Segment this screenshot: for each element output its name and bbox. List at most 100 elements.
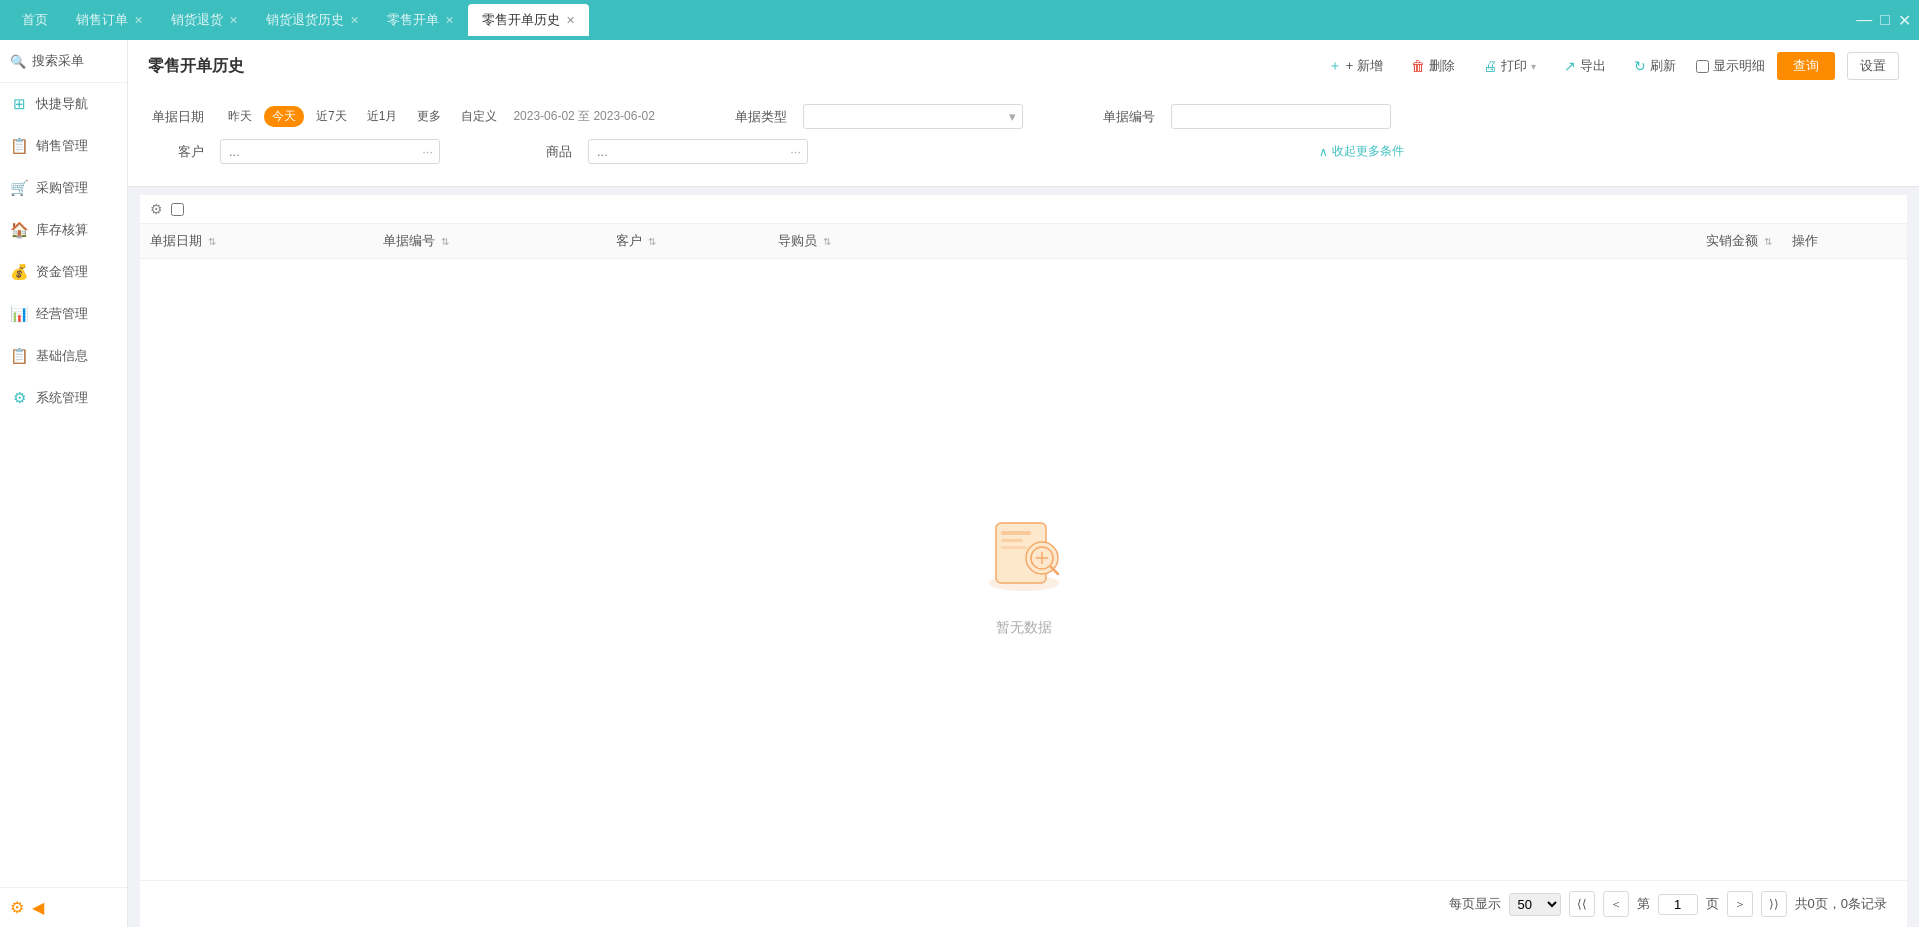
- date-quick-select: 昨天 今天 近7天 近1月 更多 自定义 2023-06-02 至 2023-0…: [220, 106, 655, 127]
- tab-retail-open-history-close[interactable]: ✕: [566, 14, 575, 27]
- delete-icon: 🗑: [1411, 58, 1425, 74]
- tab-retail-open-close[interactable]: ✕: [445, 14, 454, 27]
- sidebar-item-finance[interactable]: 💰 资金管理: [0, 251, 127, 293]
- table-settings-icon[interactable]: ⚙: [150, 201, 163, 217]
- sidebar-item-sys-mgmt[interactable]: ⚙ 系统管理: [0, 377, 127, 419]
- add-icon: ＋: [1328, 57, 1342, 75]
- customer-filter-input[interactable]: [221, 140, 416, 163]
- col-customer-sort[interactable]: ⇅: [648, 236, 656, 247]
- sidebar-item-basic-info[interactable]: 📋 基础信息: [0, 335, 127, 377]
- svg-rect-3: [1001, 539, 1023, 542]
- date-1month[interactable]: 近1月: [359, 106, 406, 127]
- number-filter-input[interactable]: [1171, 104, 1391, 129]
- sidebar-item-basic-info-label: 基础信息: [36, 347, 88, 365]
- current-page-input[interactable]: [1658, 894, 1698, 915]
- filter-row-1: 单据日期 昨天 今天 近7天 近1月 更多 自定义 2023-06-02 至 2…: [148, 104, 1899, 129]
- tab-sales-return-close[interactable]: ✕: [229, 14, 238, 27]
- goods-more-icon[interactable]: ···: [784, 144, 807, 159]
- tab-sales-order-close[interactable]: ✕: [134, 14, 143, 27]
- refresh-button[interactable]: ↻ 刷新: [1626, 53, 1684, 79]
- next-page-btn[interactable]: ＞: [1727, 891, 1753, 917]
- type-filter-label: 单据类型: [731, 108, 787, 126]
- type-select-wrap: ▾: [803, 104, 1023, 129]
- close-icon[interactable]: ✕: [1898, 11, 1911, 30]
- date-7days[interactable]: 近7天: [308, 106, 355, 127]
- sidebar-item-purchase-mgmt[interactable]: 🛒 采购管理: [0, 167, 127, 209]
- minimize-icon[interactable]: —: [1856, 11, 1872, 29]
- select-all-checkbox[interactable]: [171, 203, 184, 216]
- sidebar-item-sales-mgmt-label: 销售管理: [36, 137, 88, 155]
- tab-home[interactable]: 首页: [8, 4, 62, 36]
- settings-gear-icon[interactable]: ⚙: [10, 898, 24, 917]
- sidebar: 🔍 搜索采单 ⊞ 快捷导航 📋 销售管理 🛒 采购管理 🏠 库存核算 💰 资金管…: [0, 40, 128, 927]
- sidebar-item-inventory-label: 库存核算: [36, 221, 88, 239]
- print-button[interactable]: 🖨 打印 ▾: [1475, 53, 1544, 79]
- table-toolbar: ⚙: [140, 195, 1907, 224]
- sidebar-item-sales-mgmt[interactable]: 📋 销售管理: [0, 125, 127, 167]
- first-page-btn[interactable]: ⟨⟨: [1569, 891, 1595, 917]
- per-page-select[interactable]: 50 100 200: [1509, 893, 1561, 916]
- col-customer[interactable]: 客户 ⇅: [606, 224, 768, 259]
- print-dropdown-icon[interactable]: ▾: [1531, 61, 1536, 72]
- customer-more-icon[interactable]: ···: [416, 144, 439, 159]
- sidebar-item-ops-mgmt[interactable]: 📊 经营管理: [0, 293, 127, 335]
- col-date-label: 单据日期: [150, 233, 202, 248]
- tab-sales-return-history-close[interactable]: ✕: [350, 14, 359, 27]
- col-amount[interactable]: 实销金额 ⇅: [966, 224, 1782, 259]
- date-today[interactable]: 今天: [264, 106, 304, 127]
- last-page-btn[interactable]: ⟩⟩: [1761, 891, 1787, 917]
- page-label: 第: [1637, 895, 1650, 913]
- prev-page-btn[interactable]: ＜: [1603, 891, 1629, 917]
- date-custom[interactable]: 自定义: [453, 106, 505, 127]
- col-amount-sort[interactable]: ⇅: [1764, 236, 1772, 247]
- type-select-input[interactable]: [804, 105, 1003, 128]
- tab-sales-order-label: 销售订单: [76, 11, 128, 29]
- col-date-sort[interactable]: ⇅: [208, 236, 216, 247]
- sys-mgmt-icon: ⚙: [10, 389, 28, 407]
- export-button[interactable]: ↗ 导出: [1556, 53, 1614, 79]
- type-dropdown-icon[interactable]: ▾: [1003, 109, 1022, 124]
- col-guide-sort[interactable]: ⇅: [823, 236, 831, 247]
- tab-sales-return-history[interactable]: 销货退货历史 ✕: [252, 4, 373, 36]
- goods-filter-input[interactable]: [589, 140, 784, 163]
- customer-select-wrap: ···: [220, 139, 440, 164]
- col-guide[interactable]: 导购员 ⇅: [768, 224, 966, 259]
- tab-sales-return[interactable]: 销货退货 ✕: [157, 4, 252, 36]
- tab-sales-order[interactable]: 销售订单 ✕: [62, 4, 157, 36]
- sidebar-item-purchase-mgmt-label: 采购管理: [36, 179, 88, 197]
- sidebar-item-finance-label: 资金管理: [36, 263, 88, 281]
- query-button[interactable]: 查询: [1777, 52, 1835, 80]
- page-content: ⚙ 单据日期 ⇅ 单据编号 ⇅: [128, 187, 1919, 927]
- tab-retail-open-history-label: 零售开单历史: [482, 11, 560, 29]
- export-label: 导出: [1580, 57, 1606, 75]
- quick-nav-icon: ⊞: [10, 95, 28, 113]
- collapse-sidebar-icon[interactable]: ◀: [32, 898, 44, 917]
- content-area: 零售开单历史 ＋ + 新增 🗑 删除 🖨 打印 ▾: [128, 40, 1919, 927]
- page-header: 零售开单历史 ＋ + 新增 🗑 删除 🖨 打印 ▾: [128, 40, 1919, 187]
- sidebar-item-ops-mgmt-label: 经营管理: [36, 305, 88, 323]
- settings-button[interactable]: 设置: [1847, 52, 1899, 80]
- refresh-label: 刷新: [1650, 57, 1676, 75]
- col-action: 操作: [1782, 224, 1907, 259]
- delete-label: 删除: [1429, 57, 1455, 75]
- search-icon: 🔍: [10, 54, 26, 69]
- sidebar-item-quick-nav[interactable]: ⊞ 快捷导航: [0, 83, 127, 125]
- sales-mgmt-icon: 📋: [10, 137, 28, 155]
- sidebar-item-inventory[interactable]: 🏠 库存核算: [0, 209, 127, 251]
- collapse-up-icon: ∧: [1319, 145, 1328, 159]
- delete-button[interactable]: 🗑 删除: [1403, 53, 1463, 79]
- maximize-icon[interactable]: □: [1880, 11, 1890, 29]
- col-number-sort[interactable]: ⇅: [441, 236, 449, 247]
- show-detail-checkbox[interactable]: [1696, 60, 1709, 73]
- col-number[interactable]: 单据编号 ⇅: [373, 224, 606, 259]
- date-yesterday[interactable]: 昨天: [220, 106, 260, 127]
- sidebar-search[interactable]: 🔍 搜索采单: [0, 40, 127, 83]
- date-more[interactable]: 更多: [409, 106, 449, 127]
- show-detail-checkbox-group[interactable]: 显示明细: [1696, 57, 1765, 75]
- col-date[interactable]: 单据日期 ⇅: [140, 224, 373, 259]
- tab-retail-open[interactable]: 零售开单 ✕: [373, 4, 468, 36]
- tab-retail-open-history[interactable]: 零售开单历史 ✕: [468, 4, 589, 36]
- print-icon: 🖨: [1483, 58, 1497, 74]
- add-button[interactable]: ＋ + 新增: [1320, 53, 1391, 79]
- collapse-filter-button[interactable]: ∧ 收起更多条件: [1311, 141, 1412, 162]
